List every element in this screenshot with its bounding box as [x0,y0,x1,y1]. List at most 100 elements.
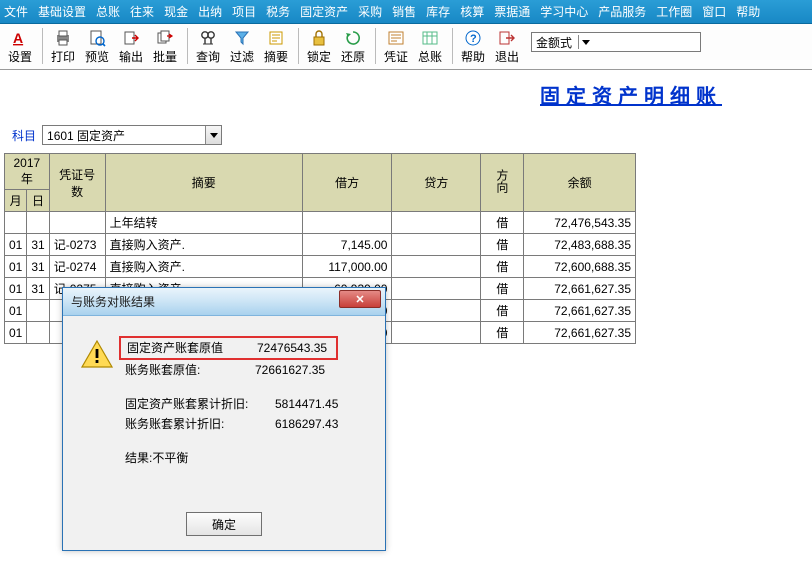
menu-item[interactable]: 基础设置 [38,3,86,20]
warning-icon [81,340,113,368]
cell [49,212,105,234]
cell: 72,661,627.35 [524,300,636,322]
cell: 借 [481,278,524,300]
menu-item[interactable]: 采购 [358,3,382,20]
toolbar-摘要[interactable]: 摘要 [260,28,292,65]
summary-icon [265,28,287,48]
toolbar-预览[interactable]: 预览 [81,28,113,65]
menu-item[interactable]: 项目 [232,3,256,20]
menu-item[interactable]: 窗口 [702,3,726,20]
cell: 借 [481,212,524,234]
menu-item[interactable]: 产品服务 [598,3,646,20]
menu-item[interactable]: 销售 [392,3,416,20]
svg-text:?: ? [470,33,477,45]
menu-item[interactable]: 工作圈 [656,3,692,20]
svg-text:A: A [13,30,23,46]
menu-item[interactable]: 现金 [164,3,188,20]
mode-select[interactable]: 金额式 [531,32,701,52]
cell: 31 [27,278,49,300]
th-month: 月 [5,190,27,212]
cell [302,212,392,234]
toolbar-label: 批量 [153,48,177,65]
page-title[interactable]: 固定资产明细账 [540,86,722,108]
menu-item[interactable]: 税务 [266,3,290,20]
cell: 上年结转 [105,212,302,234]
toolbar-过滤[interactable]: 过滤 [226,28,258,65]
cell: 记-0273 [49,234,105,256]
exit-icon [496,28,518,48]
menu-bar: 文件基础设置总账往来现金出纳项目税务固定资产采购销售库存核算票据通学习中心产品服… [0,0,812,24]
menu-item[interactable]: 票据通 [494,3,530,20]
chevron-down-icon [578,35,592,49]
toolbar-设置[interactable]: A设置 [4,28,36,65]
cell [27,300,49,322]
menu-item[interactable]: 帮助 [736,3,760,20]
menu-item[interactable]: 往来 [130,3,154,20]
cell: 72,661,627.35 [524,278,636,300]
toolbar-锁定[interactable]: 锁定 [303,28,335,65]
ok-button[interactable]: 确定 [186,512,262,536]
cell: 01 [5,300,27,322]
close-button[interactable]: ✕ [339,290,381,308]
cell: 直接购入资产. [105,256,302,278]
cell: 01 [5,256,27,278]
table-row[interactable]: 上年结转借72,476,543.35 [5,212,636,234]
subject-value: 1601 固定资产 [47,127,125,144]
toolbar-帮助[interactable]: ? 帮助 [457,28,489,65]
cell: 借 [481,300,524,322]
voucher-icon [385,28,407,48]
gl-orig-label: 账务账套原值: [125,360,245,380]
toolbar-label: 输出 [119,48,143,65]
toolbar-label: 过滤 [230,48,254,65]
menu-item[interactable]: 核算 [460,3,484,20]
toolbar-退出[interactable]: 退出 [491,28,523,65]
toolbar-label: 帮助 [461,48,485,65]
menu-item[interactable]: 文件 [4,3,28,20]
gl-dep-label: 账务账套累计折旧: [125,414,265,434]
subject-select[interactable]: 1601 固定资产 [42,125,222,145]
preview-icon [86,28,108,48]
cell: 01 [5,322,27,344]
cell [392,300,481,322]
cell: 01 [5,234,27,256]
subject-row: 科目 1601 固定资产 [0,119,812,153]
fa-orig-value: 72476543.35 [257,338,327,358]
menu-item[interactable]: 总账 [96,3,120,20]
toolbar-label: 预览 [85,48,109,65]
table-row[interactable]: 0131记-0273直接购入资产.7,145.00借72,483,688.35 [5,234,636,256]
toolbar-输出[interactable]: 输出 [115,28,147,65]
cell: 72,600,688.35 [524,256,636,278]
dialog-message: 固定资产账套原值 72476543.35 账务账套原值: 72661627.35… [125,336,338,468]
menu-item[interactable]: 库存 [426,3,450,20]
toolbar-label: 摘要 [264,48,288,65]
cell [5,212,27,234]
cell: 借 [481,322,524,344]
dialog-titlebar[interactable]: 与账务对账结果 ✕ [63,288,385,316]
cell: 72,483,688.35 [524,234,636,256]
table-row[interactable]: 0131记-0274直接购入资产.117,000.00借72,600,688.3… [5,256,636,278]
menu-item[interactable]: 固定资产 [300,3,348,20]
help-icon: ? [462,28,484,48]
close-icon: ✕ [355,293,364,306]
ok-label: 确定 [212,516,236,533]
toolbar-还原[interactable]: 还原 [337,28,369,65]
fa-dep-value: 5814471.45 [275,394,338,414]
result-label: 结果:不平衡 [125,448,338,468]
toolbar-批量[interactable]: 批量 [149,28,181,65]
menu-item[interactable]: 学习中心 [540,3,588,20]
toolbar-label: 锁定 [307,48,331,65]
cell [392,212,481,234]
toolbar-总账[interactable]: 总账 [414,28,446,65]
gl-orig-value: 72661627.35 [255,360,325,380]
th-year: 2017年 [5,154,50,190]
toolbar-查询[interactable]: 查询 [192,28,224,65]
toolbar-separator [452,28,453,64]
toolbar-凭证[interactable]: 凭证 [380,28,412,65]
cell [392,322,481,344]
export-icon [120,28,142,48]
menu-item[interactable]: 出纳 [198,3,222,20]
batch-icon [154,28,176,48]
toolbar-打印[interactable]: 打印 [47,28,79,65]
dialog-title: 与账务对账结果 [71,293,155,310]
restore-icon [342,28,364,48]
